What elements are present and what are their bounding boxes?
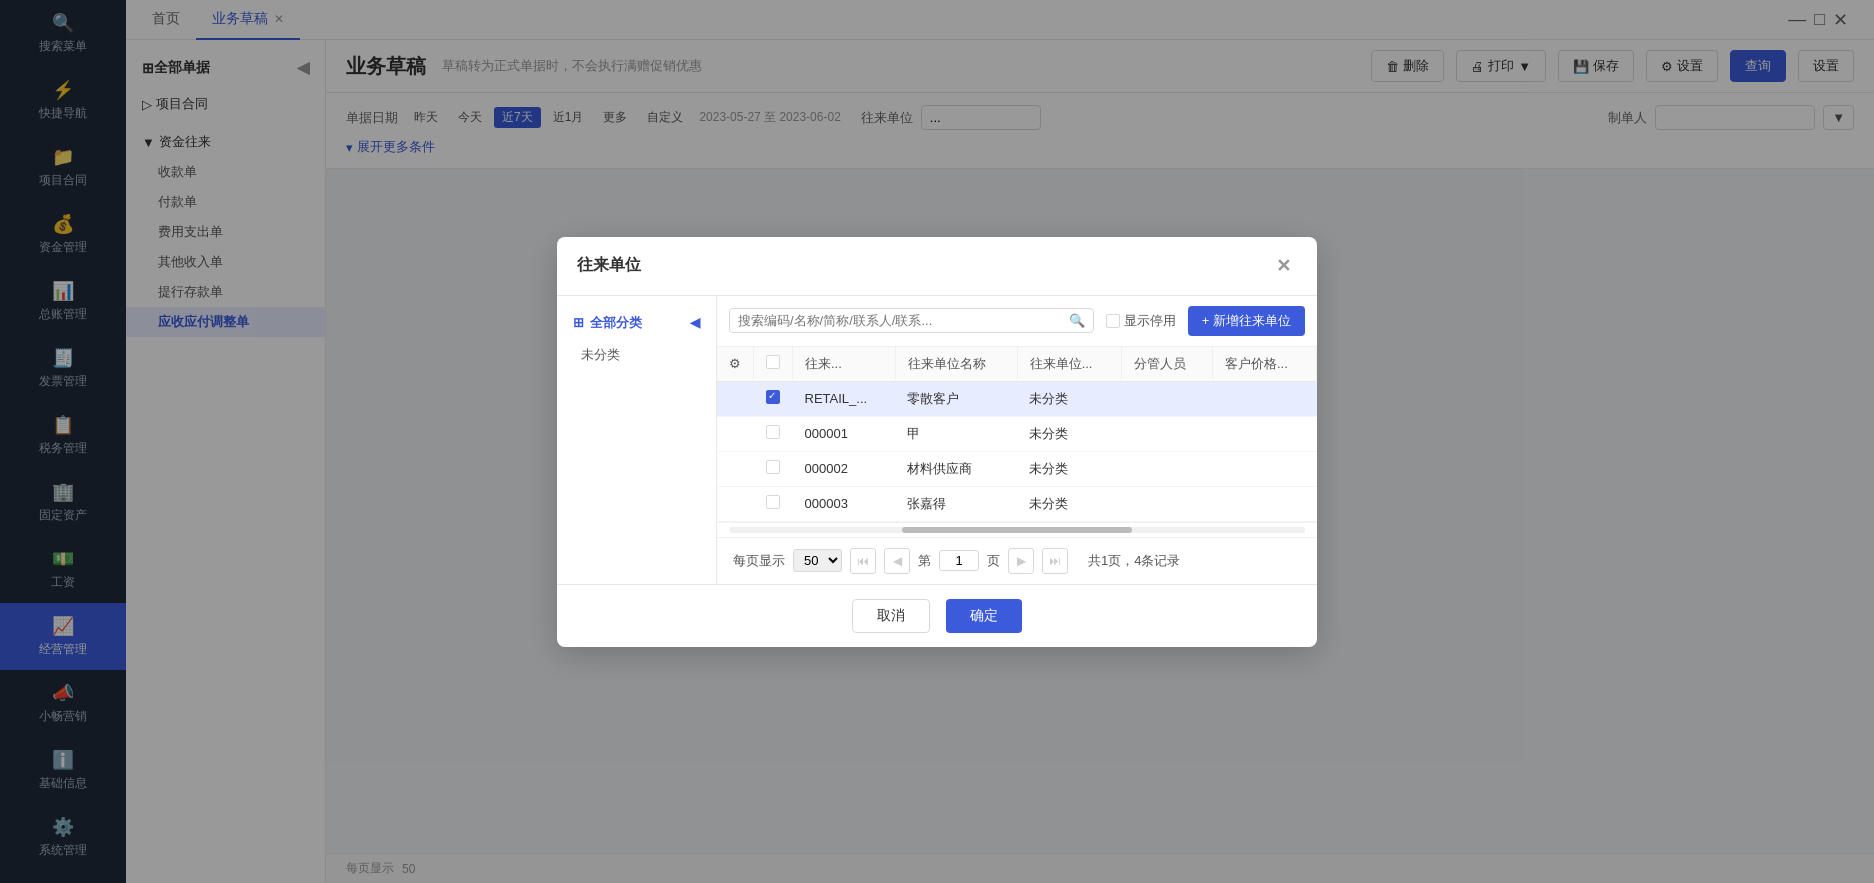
row-settings	[717, 381, 754, 416]
row-settings	[717, 486, 754, 521]
chevron-left-icon: ◀	[690, 315, 700, 330]
row-manager	[1121, 381, 1212, 416]
row-manager	[1121, 486, 1212, 521]
row-price	[1212, 416, 1316, 451]
row-checkbox[interactable]	[766, 425, 780, 439]
modal-category-panel: ⊞ 全部分类 ◀ 未分类	[557, 296, 717, 584]
modal-title: 往来单位	[577, 255, 641, 276]
row-manager	[1121, 416, 1212, 451]
row-category: 未分类	[1017, 381, 1121, 416]
row-settings	[717, 451, 754, 486]
row-checkbox-cell[interactable]	[754, 381, 793, 416]
table-row[interactable]: 000002 材料供应商 未分类	[717, 451, 1317, 486]
page-size-select[interactable]: 50	[793, 549, 842, 572]
partner-modal: 往来单位 ✕ ⊞ 全部分类 ◀ 未分类	[557, 237, 1317, 647]
modal-right-panel: 🔍 显示停用 + 新增往来单位 ⚙	[717, 296, 1317, 584]
row-category: 未分类	[1017, 416, 1121, 451]
col-code: 往来...	[793, 347, 896, 382]
scrollbar-track	[729, 527, 1305, 533]
row-price	[1212, 486, 1316, 521]
row-category: 未分类	[1017, 451, 1121, 486]
confirm-button[interactable]: 确定	[946, 599, 1022, 633]
page-last-button[interactable]: ⏭	[1042, 548, 1068, 574]
modal-scrollbar[interactable]	[717, 522, 1317, 537]
row-code: RETAIL_...	[793, 381, 896, 416]
row-price	[1212, 451, 1316, 486]
row-category: 未分类	[1017, 486, 1121, 521]
modal-overlay[interactable]: 往来单位 ✕ ⊞ 全部分类 ◀ 未分类	[0, 0, 1874, 883]
row-code: 000001	[793, 416, 896, 451]
row-settings	[717, 416, 754, 451]
row-checkbox[interactable]	[766, 390, 780, 404]
modal-header: 往来单位 ✕	[557, 237, 1317, 296]
row-name: 甲	[895, 416, 1017, 451]
row-name: 零散客户	[895, 381, 1017, 416]
row-checkbox-cell[interactable]	[754, 486, 793, 521]
row-price	[1212, 381, 1316, 416]
row-name: 张嘉得	[895, 486, 1017, 521]
row-checkbox-cell[interactable]	[754, 451, 793, 486]
modal-category-uncategorized[interactable]: 未分类	[557, 340, 716, 370]
modal-search-container: 🔍	[729, 308, 1094, 333]
modal-table: ⚙ 往来... 往来单位名称 往来单位... 分管人员 客户价格...	[717, 347, 1317, 522]
scrollbar-thumb[interactable]	[902, 527, 1132, 533]
show-disabled-checkbox[interactable]	[1106, 314, 1120, 328]
page-first-button[interactable]: ⏮	[850, 548, 876, 574]
header-checkbox[interactable]	[766, 355, 780, 369]
page-number-input[interactable]	[939, 550, 979, 571]
row-manager	[1121, 451, 1212, 486]
modal-body: ⊞ 全部分类 ◀ 未分类 🔍 显示停用	[557, 296, 1317, 584]
col-category: 往来单位...	[1017, 347, 1121, 382]
col-settings: ⚙	[717, 347, 754, 382]
row-checkbox[interactable]	[766, 495, 780, 509]
col-checkbox	[754, 347, 793, 382]
modal-pagination: 每页显示 50 ⏮ ◀ 第 页 ▶ ⏭ 共1页，4条记录	[717, 537, 1317, 584]
page-next-button[interactable]: ▶	[1008, 548, 1034, 574]
grid-small-icon: ⊞	[573, 315, 584, 330]
row-checkbox[interactable]	[766, 460, 780, 474]
table-row[interactable]: RETAIL_... 零散客户 未分类	[717, 381, 1317, 416]
add-partner-button[interactable]: + 新增往来单位	[1188, 306, 1305, 336]
row-checkbox-cell[interactable]	[754, 416, 793, 451]
col-name: 往来单位名称	[895, 347, 1017, 382]
search-icon: 🔍	[1069, 313, 1085, 328]
show-disabled-toggle[interactable]: 显示停用	[1106, 312, 1176, 330]
col-manager: 分管人员	[1121, 347, 1212, 382]
row-code: 000002	[793, 451, 896, 486]
row-name: 材料供应商	[895, 451, 1017, 486]
modal-footer: 取消 确定	[557, 584, 1317, 647]
table-row[interactable]: 000003 张嘉得 未分类	[717, 486, 1317, 521]
modal-close-button[interactable]: ✕	[1270, 253, 1297, 279]
modal-toolbar: 🔍 显示停用 + 新增往来单位	[717, 296, 1317, 347]
col-price: 客户价格...	[1212, 347, 1316, 382]
page-prev-button[interactable]: ◀	[884, 548, 910, 574]
cancel-button[interactable]: 取消	[852, 599, 930, 633]
modal-search-input[interactable]	[738, 313, 1063, 328]
row-code: 000003	[793, 486, 896, 521]
modal-category-all[interactable]: ⊞ 全部分类 ◀	[557, 306, 716, 340]
table-row[interactable]: 000001 甲 未分类	[717, 416, 1317, 451]
